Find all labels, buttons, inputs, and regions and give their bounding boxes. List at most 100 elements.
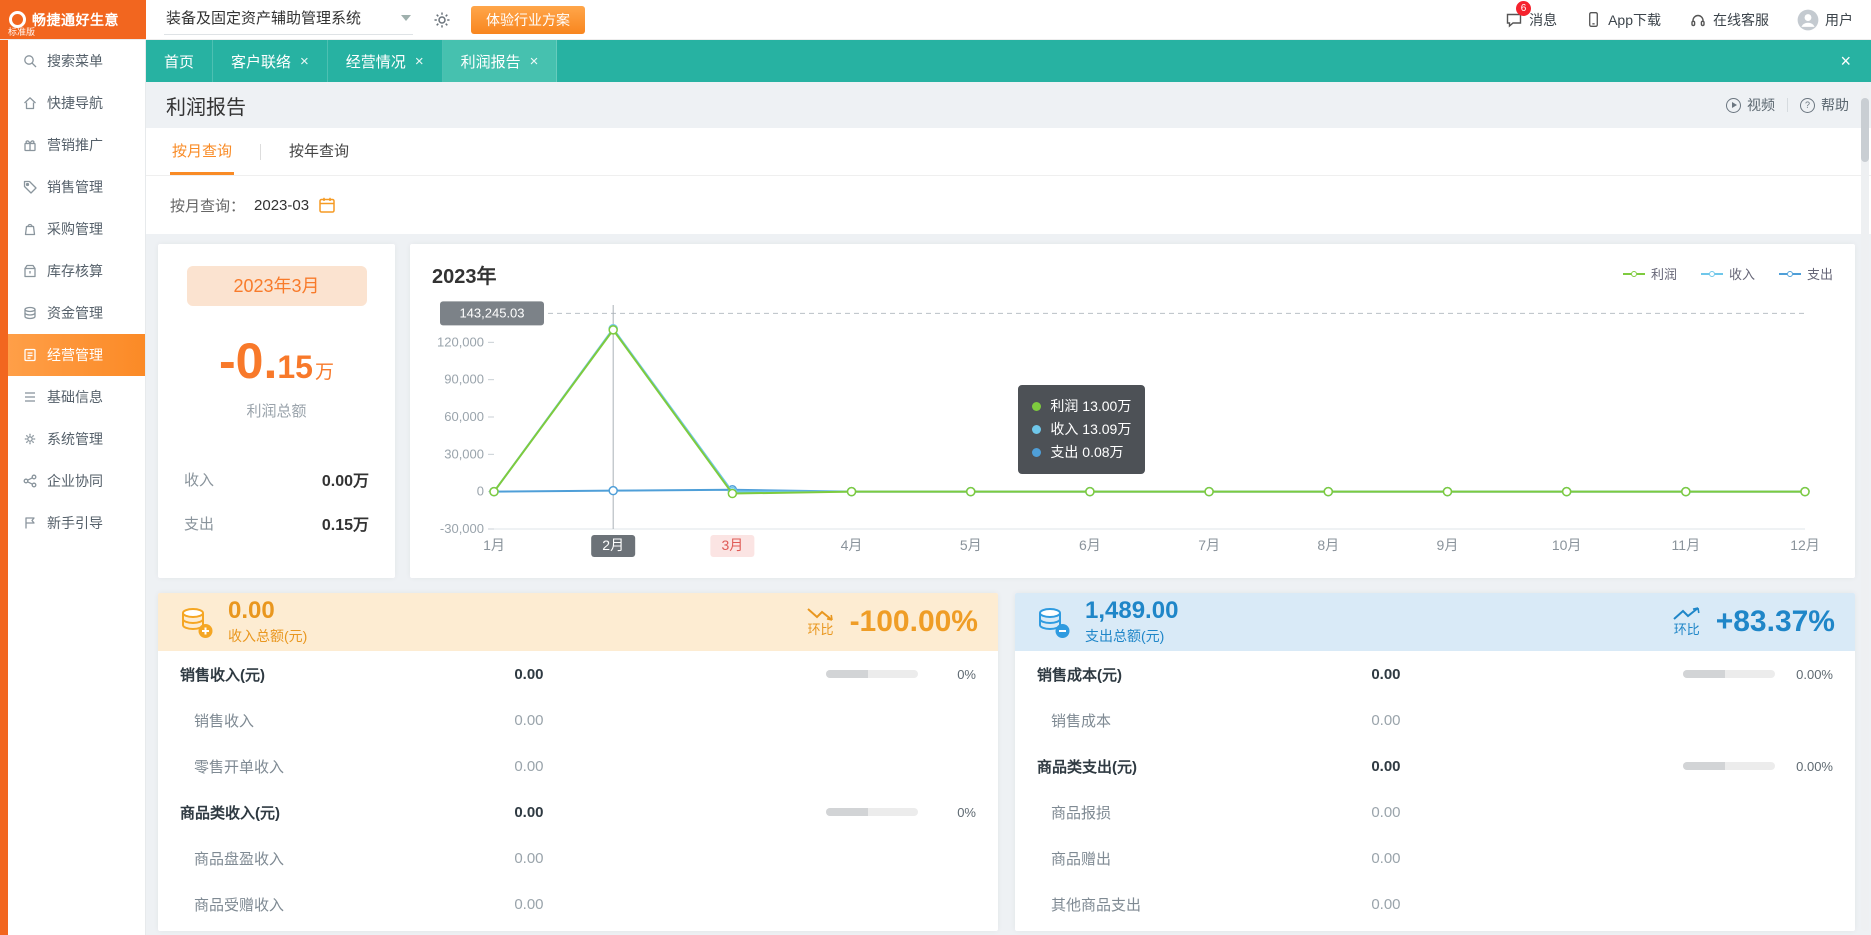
sidebar-item-label: 库存核算: [47, 263, 103, 279]
profit-line-chart: -30,000 0 30,000 60,000 90,000 120,000 143,245…: [437, 301, 1820, 557]
tab-利润报告[interactable]: 利润报告 ×: [442, 40, 558, 82]
user-menu[interactable]: 用户: [1797, 9, 1853, 31]
stat-row: 销售收入(元) 0.00 0%: [158, 651, 998, 697]
page-links: 视频 ? 帮助: [1726, 95, 1849, 115]
sidebar-item-home[interactable]: 快捷导航: [0, 82, 145, 124]
system-icon: [22, 431, 38, 447]
sidebar-item-label: 经营管理: [47, 347, 103, 363]
income-total: 0.00: [228, 596, 275, 624]
stat-row-value: 0.00: [514, 757, 544, 775]
stat-row: 商品赠出 0.00: [1015, 835, 1855, 881]
stat-row-label: 销售成本: [1051, 712, 1112, 730]
stat-row-label: 商品赠出: [1051, 850, 1112, 868]
app-logo[interactable]: 畅捷通好生意 标准版: [0, 0, 146, 39]
logo-edition: 标准版: [8, 27, 36, 37]
svg-text:90,000: 90,000: [444, 372, 484, 387]
close-tab-icon[interactable]: ×: [415, 53, 424, 70]
progress-percent: 0.00%: [1796, 758, 1833, 774]
tab-首页[interactable]: 首页: [146, 40, 214, 82]
tab-客户联络[interactable]: 客户联络 ×: [213, 40, 328, 82]
stat-row-label: 销售收入: [194, 712, 255, 730]
expense-total: 1,489.00: [1085, 596, 1179, 624]
chart-plot: 利润 13.00万 收入 13.09万 支出 0.08万 -30,000 0 30,00…: [432, 297, 1833, 559]
sidebar-item-promo[interactable]: 营销推广: [0, 124, 145, 166]
tabbar: 首页 客户联络 × 经营情况 × 利润报告 × ×: [146, 40, 1871, 82]
info-icon: [22, 389, 38, 405]
scrollbar[interactable]: [1861, 86, 1869, 931]
stat-row: 销售收入 0.00: [158, 697, 998, 743]
legend-item-利润[interactable]: 利润: [1622, 264, 1677, 283]
sidebar-item-collab[interactable]: 企业协同: [0, 460, 145, 502]
stat-row-value: 0.00: [1371, 849, 1401, 867]
ratio-label: 环比: [1673, 622, 1700, 638]
business-icon: [22, 347, 38, 363]
system-select[interactable]: 装备及固定资产辅助管理系统: [164, 4, 414, 35]
ratio-label: 环比: [807, 622, 834, 638]
stat-row: 商品盘盈收入 0.00: [158, 835, 998, 881]
sidebar-item-info[interactable]: 基础信息: [0, 376, 145, 418]
tab-monthly-query[interactable]: 按月查询: [170, 128, 235, 175]
close-all-tabs-icon[interactable]: ×: [1820, 40, 1871, 82]
logo-title: 畅捷通好生意: [32, 11, 119, 28]
close-tab-icon[interactable]: ×: [300, 53, 309, 70]
sidebar-item-purchase[interactable]: 采购管理: [0, 208, 145, 250]
app-download-button[interactable]: App下载: [1585, 10, 1661, 30]
profit-total-value: -0.15 万: [219, 333, 334, 389]
svg-text:0: 0: [477, 484, 484, 499]
svg-text:7月: 7月: [1198, 537, 1220, 553]
sidebar-item-label: 资金管理: [47, 305, 103, 321]
svg-text:11月: 11月: [1672, 537, 1701, 553]
topbar-right: 6 消息 App下载 在线客服 用户: [1505, 0, 1853, 31]
stat-row-label: 销售收入(元): [180, 666, 265, 684]
play-icon: [1726, 97, 1741, 113]
svg-text:3月: 3月: [721, 537, 743, 553]
svg-text:2月: 2月: [602, 537, 624, 553]
video-link[interactable]: 视频: [1726, 95, 1775, 115]
sidebar-item-inventory[interactable]: 库存核算: [0, 250, 145, 292]
legend-marker-icon: [1700, 270, 1723, 277]
stat-row: 销售成本(元) 0.00 0.00%: [1015, 651, 1855, 697]
sidebar-item-funds[interactable]: 资金管理: [0, 292, 145, 334]
divider: [260, 143, 262, 160]
messages-button[interactable]: 6 消息: [1505, 0, 1557, 30]
sidebar-item-business[interactable]: 经营管理: [0, 334, 145, 376]
svg-text:-30,000: -30,000: [440, 521, 484, 536]
stat-row-value: 0.00: [514, 665, 544, 683]
svg-text:143,245.03: 143,245.03: [459, 305, 524, 320]
month-picker-value[interactable]: 2023-03: [254, 197, 309, 214]
trial-plan-button[interactable]: 体验行业方案: [471, 5, 586, 34]
sidebar-item-guide[interactable]: 新手引导: [0, 502, 145, 544]
expense-total-label: 支出总额(元): [1085, 628, 1165, 645]
settings-button[interactable]: [433, 11, 451, 29]
stat-row-value: 0.00: [1371, 803, 1401, 821]
home-icon: [22, 95, 38, 111]
svg-text:9月: 9月: [1437, 537, 1459, 553]
svg-text:5月: 5月: [960, 537, 982, 553]
progress-bar: 0.00%: [1683, 759, 1833, 774]
search-icon: [22, 53, 38, 69]
help-link[interactable]: ? 帮助: [1800, 95, 1849, 115]
promo-icon: [22, 137, 38, 153]
tab-经营情况[interactable]: 经营情况 ×: [328, 40, 443, 82]
legend-item-收入[interactable]: 收入: [1700, 264, 1755, 283]
stat-row: 商品报损 0.00: [1015, 789, 1855, 835]
message-badge: 6: [1516, 0, 1532, 16]
legend-item-支出[interactable]: 支出: [1778, 264, 1833, 283]
sidebar-item-search[interactable]: 搜索菜单: [0, 40, 145, 82]
progress-bar: 0.00%: [1683, 667, 1833, 682]
stat-row-value: 0.00: [1371, 757, 1401, 775]
online-service-button[interactable]: 在线客服: [1689, 10, 1769, 30]
sidebar-item-sales[interactable]: 销售管理: [0, 166, 145, 208]
tab-yearly-query[interactable]: 按年查询: [287, 128, 351, 175]
svg-text:6月: 6月: [1079, 537, 1101, 553]
topbar-main: 装备及固定资产辅助管理系统 体验行业方案 6 消息 App下载 在线客服 用户: [146, 0, 1871, 39]
stat-row: 商品类收入(元) 0.00 0%: [158, 789, 998, 835]
scrollbar-thumb[interactable]: [1861, 98, 1869, 162]
calendar-icon[interactable]: [318, 196, 336, 214]
date-row: 按月查询： 2023-03: [146, 176, 1871, 234]
progress-percent: 0%: [957, 666, 976, 682]
close-tab-icon[interactable]: ×: [530, 53, 539, 70]
summary-kv: 收入 0.00万 支出 0.15万: [176, 457, 377, 545]
sidebar-item-system[interactable]: 系统管理: [0, 418, 145, 460]
profit-chart-card: 2023年 利润 收入 支出 利润 13.00万 收入 13.09万 支出 0.08万 …: [410, 244, 1855, 578]
